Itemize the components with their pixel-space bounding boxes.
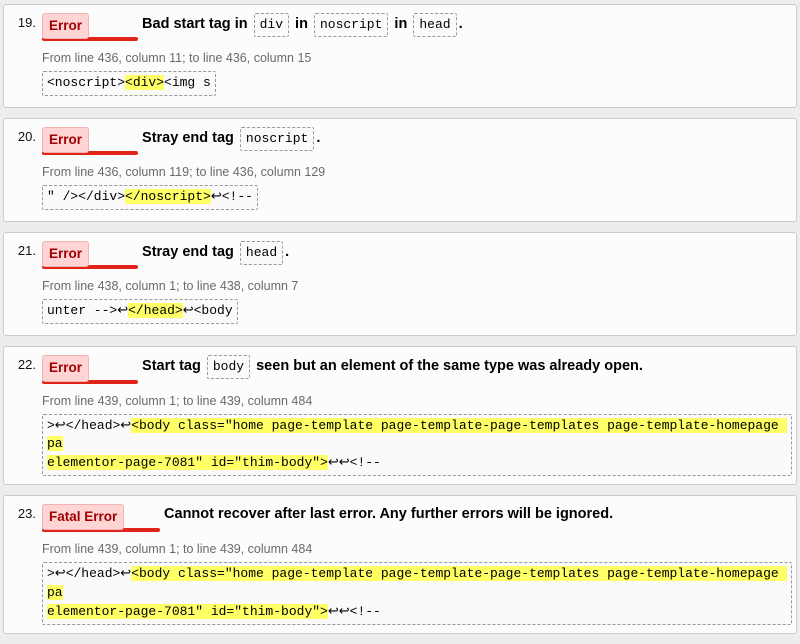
msg-text: Cannot recover after last error. Any fur… bbox=[164, 506, 613, 522]
extract-plain: ↩<body bbox=[183, 303, 233, 318]
extract-highlight: <div> bbox=[125, 75, 164, 90]
extract-plain: >↩</head>↩ bbox=[47, 418, 131, 433]
extract-highlight: <body class="home page-template page-tem… bbox=[47, 566, 787, 600]
extract-highlight: </noscript> bbox=[125, 189, 211, 204]
error-item: 22. Error Start tag body seen but an ele… bbox=[3, 346, 797, 485]
extract-highlight: <body class="home page-template page-tem… bbox=[47, 418, 787, 452]
extract-highlight: elementor-page-7081" id="thim-body"> bbox=[47, 455, 328, 470]
msg-text: . bbox=[316, 130, 320, 146]
error-item: 21. Error Stray end tag head. From line … bbox=[3, 232, 797, 336]
error-item: 20. Error Stray end tag noscript. From l… bbox=[3, 118, 797, 222]
item-number: 19. bbox=[4, 11, 42, 30]
code-extract: <noscript><div><img s bbox=[42, 71, 216, 96]
msg-text: Stray end tag bbox=[142, 244, 238, 260]
code-chip: body bbox=[207, 355, 250, 379]
fatal-error-badge: Fatal Error bbox=[42, 504, 124, 530]
item-headline: Error Start tag body seen but an element… bbox=[42, 353, 796, 389]
location-text: From line 438, column 1; to line 438, co… bbox=[42, 275, 796, 299]
msg-text: . bbox=[459, 16, 463, 32]
error-badge: Error bbox=[42, 13, 89, 39]
item-body: Error Bad start tag in div in noscript i… bbox=[42, 11, 796, 99]
code-extract: unter -->↩</head>↩<body bbox=[42, 299, 238, 324]
extract-highlight: </head> bbox=[128, 303, 183, 318]
item-body: Error Stray end tag noscript. From line … bbox=[42, 125, 796, 213]
item-body: Fatal Error Cannot recover after last er… bbox=[42, 502, 796, 625]
item-headline: Error Stray end tag noscript. bbox=[42, 125, 796, 161]
item-body: Error Stray end tag head. From line 438,… bbox=[42, 239, 796, 327]
code-chip: noscript bbox=[240, 127, 314, 151]
item-headline: Fatal Error Cannot recover after last er… bbox=[42, 502, 796, 538]
error-badge: Error bbox=[42, 127, 89, 153]
item-number: 20. bbox=[4, 125, 42, 144]
msg-text: in bbox=[291, 16, 312, 32]
item-body: Error Start tag body seen but an element… bbox=[42, 353, 796, 476]
extract-plain: >↩</head>↩ bbox=[47, 566, 131, 581]
code-extract: " /></div></noscript>↩<!-- bbox=[42, 185, 258, 210]
code-extract: >↩</head>↩<body class="home page-templat… bbox=[42, 562, 792, 625]
code-chip: div bbox=[254, 13, 289, 37]
error-item: 19. Error Bad start tag in div in noscri… bbox=[3, 4, 797, 108]
msg-text: seen but an element of the same type was… bbox=[252, 358, 643, 374]
extract-highlight: elementor-page-7081" id="thim-body"> bbox=[47, 604, 328, 619]
msg-text: . bbox=[285, 244, 289, 260]
item-number: 22. bbox=[4, 353, 42, 372]
msg-text: Start tag bbox=[142, 358, 205, 374]
error-item: 23. Fatal Error Cannot recover after las… bbox=[3, 495, 797, 634]
code-chip: noscript bbox=[314, 13, 388, 37]
error-list: 19. Error Bad start tag in div in noscri… bbox=[0, 4, 800, 634]
item-number: 21. bbox=[4, 239, 42, 258]
item-headline: Error Stray end tag head. bbox=[42, 239, 796, 275]
code-extract: >↩</head>↩<body class="home page-templat… bbox=[42, 414, 792, 477]
location-text: From line 439, column 1; to line 439, co… bbox=[42, 390, 796, 414]
msg-text: Stray end tag bbox=[142, 130, 238, 146]
code-chip: head bbox=[240, 241, 283, 265]
location-text: From line 436, column 11; to line 436, c… bbox=[42, 47, 796, 71]
extract-plain: unter -->↩ bbox=[47, 303, 128, 318]
extract-plain: <noscript> bbox=[47, 75, 125, 90]
extract-plain: <img s bbox=[164, 75, 211, 90]
error-badge: Error bbox=[42, 241, 89, 267]
location-text: From line 439, column 1; to line 439, co… bbox=[42, 538, 796, 562]
msg-text: in bbox=[390, 16, 411, 32]
extract-plain: ↩↩<!-- bbox=[328, 455, 381, 470]
extract-plain: ↩<!-- bbox=[211, 189, 253, 204]
code-chip: head bbox=[413, 13, 456, 37]
extract-plain: ↩↩<!-- bbox=[328, 604, 381, 619]
item-number: 23. bbox=[4, 502, 42, 521]
location-text: From line 436, column 119; to line 436, … bbox=[42, 161, 796, 185]
item-headline: Error Bad start tag in div in noscript i… bbox=[42, 11, 796, 47]
msg-text: Bad start tag in bbox=[142, 16, 252, 32]
extract-plain: " /></div> bbox=[47, 189, 125, 204]
error-badge: Error bbox=[42, 355, 89, 381]
